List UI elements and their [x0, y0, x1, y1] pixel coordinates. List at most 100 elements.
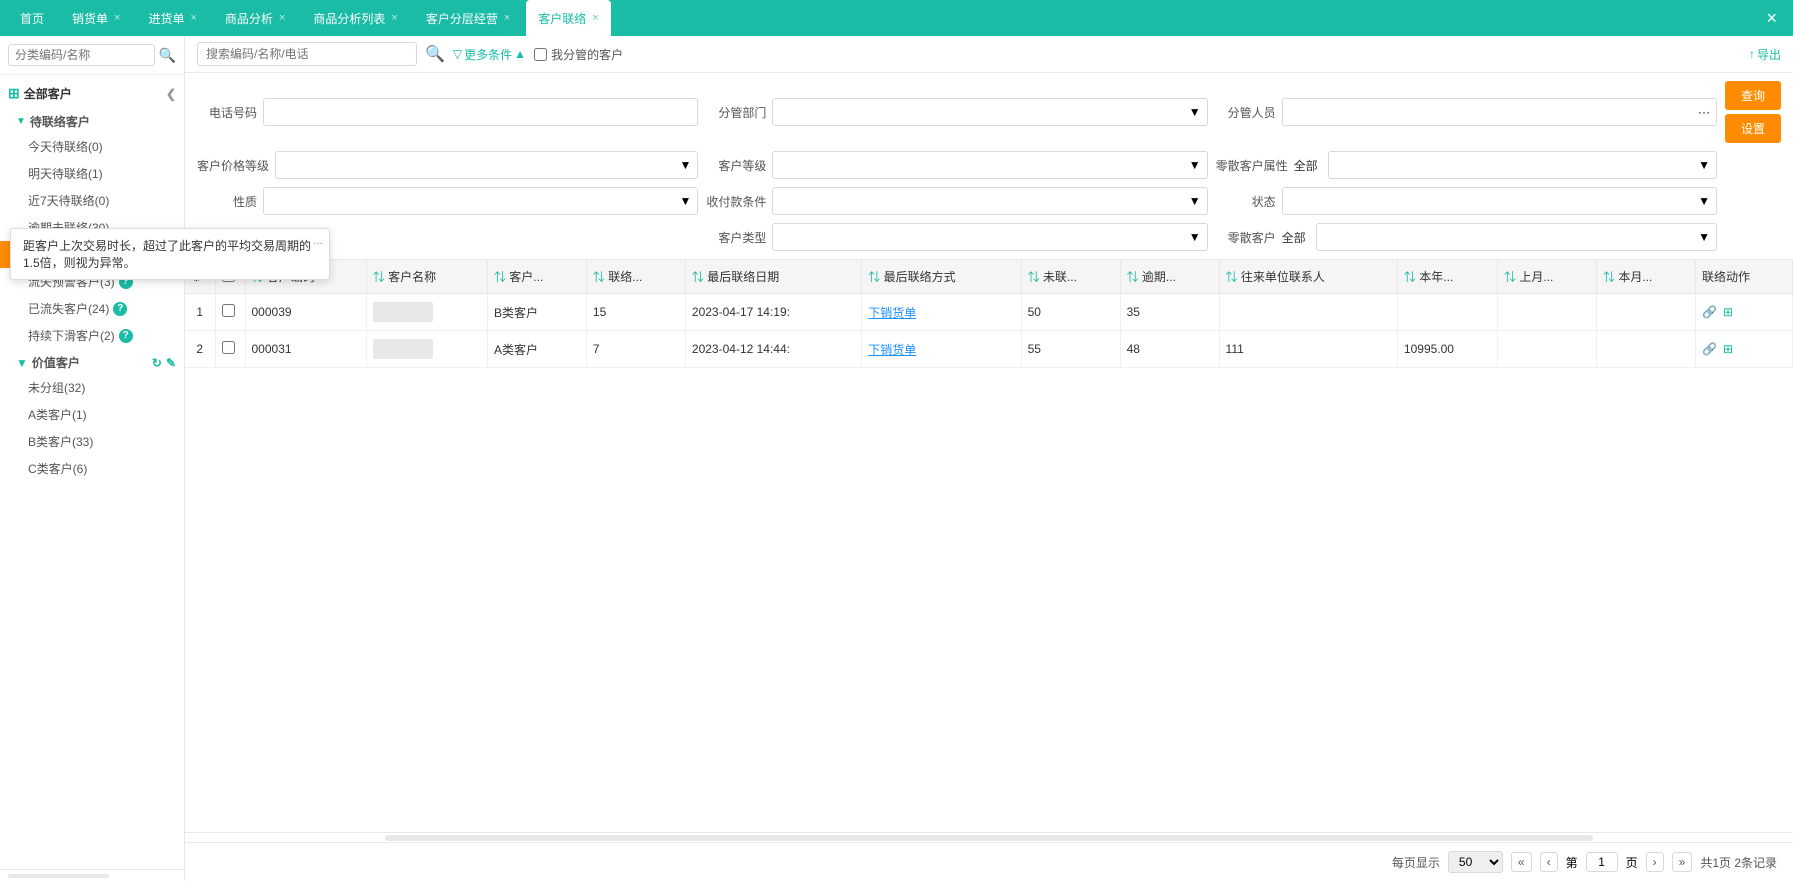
value-group-header[interactable]: ▼ 价值客户 ↻ ✎: [0, 349, 184, 374]
grid-icon: ⊞: [8, 85, 20, 102]
my-customers-label: 我分管的客户: [551, 46, 623, 63]
filter-scatter-attr-label: 零散客户属性: [1216, 157, 1288, 174]
filter-person-select[interactable]: ···: [1282, 98, 1717, 126]
filter-nature-select[interactable]: ▼: [263, 187, 698, 215]
nav-sales[interactable]: 销货单 ×: [60, 0, 132, 36]
filter-phone-input[interactable]: [263, 98, 698, 126]
page-number-input[interactable]: [1586, 852, 1618, 872]
sidebar-search-button[interactable]: 🔍: [159, 47, 176, 64]
filter-price-level-select[interactable]: ▼: [275, 151, 698, 179]
nav-product-analysis-close[interactable]: ×: [279, 12, 285, 24]
nav-customer-contact[interactable]: 客户联络 ×: [526, 0, 610, 36]
row1-contact-count: 15: [586, 294, 685, 331]
nav-customer-contact-close[interactable]: ×: [592, 12, 598, 24]
row1-grid-icon[interactable]: ⊞: [1723, 305, 1733, 319]
col-this-year[interactable]: ⇅ 本年...: [1397, 260, 1497, 294]
filter-customer-type-label: 客户类型: [706, 229, 766, 246]
filter-search-button[interactable]: 🔍: [425, 44, 445, 64]
sidebar-b-class[interactable]: B类客户(33): [0, 428, 184, 455]
more-conditions-label: 更多条件: [464, 46, 512, 63]
col-contact-person[interactable]: ⇅ 往来单位联系人: [1219, 260, 1397, 294]
filter-nature: 性质 ▼: [197, 187, 698, 215]
sidebar-c-class[interactable]: C类客户(6): [0, 455, 184, 482]
my-customers-checkbox[interactable]: [534, 48, 547, 61]
row2-name: [366, 331, 487, 368]
nav-purchase-label: 进货单: [148, 10, 184, 27]
row1-type: B类客户: [487, 294, 586, 331]
filter-payment-select[interactable]: ▼: [772, 187, 1207, 215]
chevron-down-icon9: ▼: [1698, 230, 1710, 244]
next-page-button[interactable]: ›: [1646, 852, 1664, 872]
sidebar-scrollbar[interactable]: [8, 874, 109, 878]
filter-search-input[interactable]: [197, 42, 417, 66]
per-page-select[interactable]: 50 100 200: [1448, 851, 1503, 873]
sidebar-tomorrow-pending[interactable]: 明天待联络(1): [0, 160, 184, 187]
settings-button[interactable]: 设置: [1725, 114, 1781, 143]
edit-icon[interactable]: ✎: [166, 356, 176, 370]
col-unlocked[interactable]: ⇅ 未联...: [1021, 260, 1120, 294]
filter-department-select[interactable]: ▼: [772, 98, 1207, 126]
col-last-month[interactable]: ⇅ 上月...: [1498, 260, 1597, 294]
filter-customer-type-select[interactable]: ▼: [772, 223, 1207, 251]
filter-price-level: 客户价格等级 ▼: [197, 151, 698, 179]
row2-grid-icon[interactable]: ⊞: [1723, 342, 1733, 356]
col-overdue[interactable]: ⇅ 逾期...: [1120, 260, 1219, 294]
tooltip-close[interactable]: ...: [313, 233, 323, 247]
more-conditions-button[interactable]: ▽ 更多条件 ▲: [453, 46, 526, 63]
chevron-down-icon4: ▼: [1698, 158, 1710, 172]
col-last-contact-date[interactable]: ⇅ 最后联络日期: [685, 260, 861, 294]
row1-last-method[interactable]: 下销货单: [862, 294, 1021, 331]
nav-sales-close[interactable]: ×: [114, 12, 120, 24]
refresh-icon[interactable]: ↻: [152, 356, 162, 370]
query-button[interactable]: 查询: [1725, 81, 1781, 110]
row2-last-method[interactable]: 下销货单: [862, 331, 1021, 368]
col-this-month[interactable]: ⇅ 本月...: [1597, 260, 1696, 294]
export-button[interactable]: ↑ 导出: [1749, 46, 1781, 63]
nav-home[interactable]: 首页: [8, 0, 56, 36]
sidebar-search-input[interactable]: [8, 44, 155, 66]
col-contact-count[interactable]: ⇅ 联络...: [586, 260, 685, 294]
sidebar-bottom-scroll: [0, 869, 184, 881]
nav-purchase[interactable]: 进货单 ×: [136, 0, 208, 36]
all-customers-label: 全部客户: [24, 85, 72, 102]
col-customer-type[interactable]: ⇅ 客户...: [487, 260, 586, 294]
sidebar-ungrouped[interactable]: 未分组(32): [0, 374, 184, 401]
filter-customer-level: 客户等级 ▼: [706, 151, 1207, 179]
sidebar-a-class[interactable]: A类客户(1): [0, 401, 184, 428]
window-close-icon[interactable]: ×: [1758, 8, 1785, 29]
filter-customer-level-select[interactable]: ▼: [772, 151, 1207, 179]
first-page-button[interactable]: «: [1511, 852, 1532, 872]
prev-page-button[interactable]: ‹: [1540, 852, 1558, 872]
nav-product-analysis-list[interactable]: 商品分析列表 ×: [301, 0, 409, 36]
row1-select[interactable]: [222, 304, 235, 317]
sidebar-declining[interactable]: 持续下滑客户(2) ?: [0, 322, 184, 349]
collapse-icon[interactable]: ❮: [166, 87, 176, 101]
row2-select[interactable]: [222, 341, 235, 354]
nav-product-analysis[interactable]: 商品分析 ×: [213, 0, 297, 36]
row2-checkbox[interactable]: [215, 331, 245, 368]
horizontal-scrollbar[interactable]: [385, 835, 1593, 841]
sidebar-all-customers[interactable]: ⊞ 全部客户 ❮: [0, 79, 184, 108]
filter-department-label: 分管部门: [706, 104, 766, 121]
filter-status-select[interactable]: ▼: [1282, 187, 1717, 215]
pending-contact-group[interactable]: ▼ 待联络客户: [0, 108, 184, 133]
row1-link-icon[interactable]: 🔗: [1702, 305, 1717, 319]
filter-scatter-attr-select[interactable]: ▼: [1328, 151, 1717, 179]
nav-product-analysis-list-close[interactable]: ×: [391, 12, 397, 24]
row1-checkbox[interactable]: [215, 294, 245, 331]
row1-unlocked: 50: [1021, 294, 1120, 331]
filter-scatter-customer-select[interactable]: ▼: [1316, 223, 1717, 251]
nav-purchase-close[interactable]: ×: [190, 12, 196, 24]
sidebar-7days-pending[interactable]: 近7天待联络(0): [0, 187, 184, 214]
filter-department: 分管部门 ▼: [706, 81, 1207, 143]
col-customer-name[interactable]: ⇅ 客户名称: [366, 260, 487, 294]
last-page-button[interactable]: »: [1672, 852, 1693, 872]
nav-customer-segment-close[interactable]: ×: [504, 12, 510, 24]
sidebar-today-pending[interactable]: 今天待联络(0): [0, 133, 184, 160]
my-customers-checkbox-label[interactable]: 我分管的客户: [534, 46, 623, 63]
row2-link-icon[interactable]: 🔗: [1702, 342, 1717, 356]
filter-icon: ▽: [453, 47, 462, 61]
nav-customer-segment[interactable]: 客户分层经营 ×: [414, 0, 522, 36]
col-last-contact-method[interactable]: ⇅ 最后联络方式: [862, 260, 1021, 294]
sidebar-lost[interactable]: 已流失客户(24) ?: [0, 295, 184, 322]
